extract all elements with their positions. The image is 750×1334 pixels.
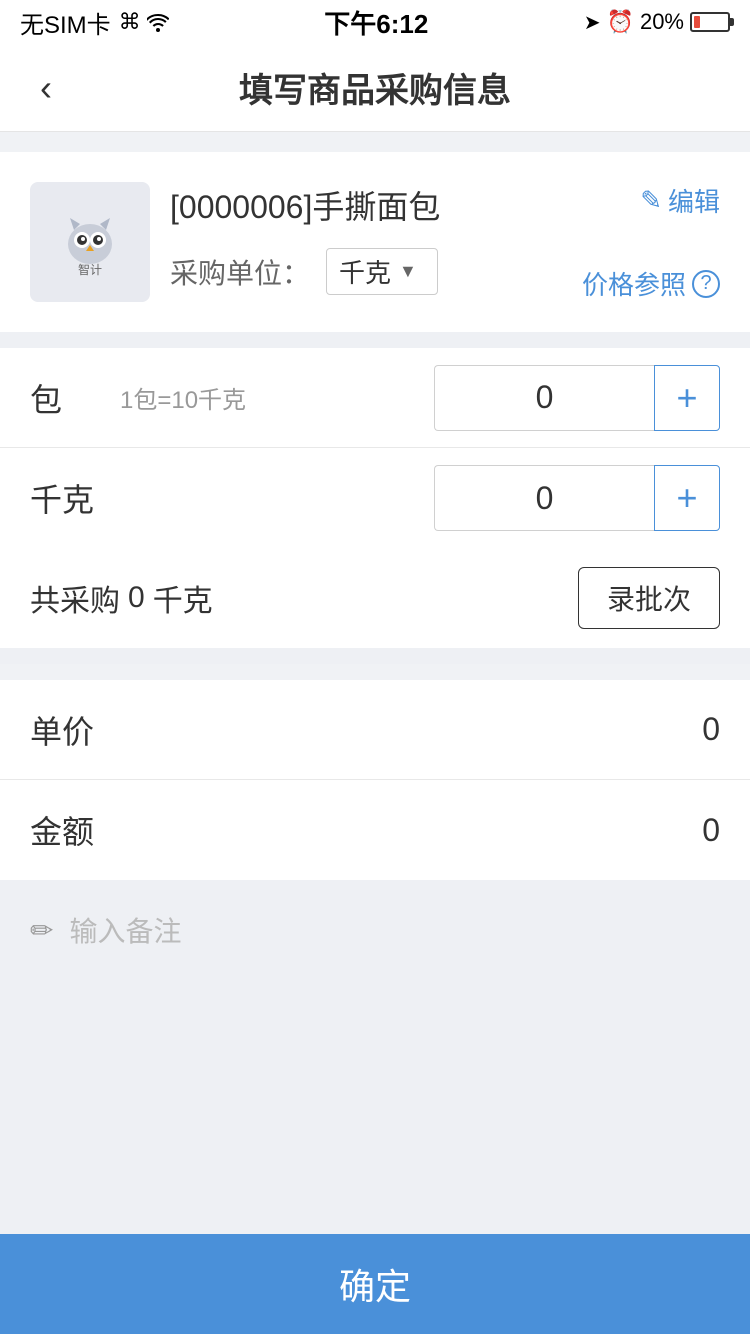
help-icon: ?	[692, 270, 720, 298]
product-name: [0000006]手撕面包	[170, 182, 720, 228]
unit-price-value: 0	[702, 711, 720, 748]
unit-chevron-icon: ▼	[399, 261, 417, 282]
unit-price-row: 单价 0	[0, 680, 750, 780]
summary-value: 0	[128, 581, 145, 615]
remarks-section[interactable]: ✏ 输入备注	[0, 880, 750, 980]
kg-plus-button[interactable]: +	[654, 465, 720, 531]
bag-label: 包	[30, 375, 110, 421]
battery-percent: 20%	[640, 9, 684, 35]
confirm-label: 确定	[339, 1258, 411, 1310]
kg-value: 0	[536, 480, 554, 517]
back-button[interactable]: ‹	[30, 57, 62, 119]
bag-plus-button[interactable]: +	[654, 365, 720, 431]
edit-button[interactable]: ✎ 编辑	[640, 182, 720, 219]
status-left: 无SIM卡 ⌘	[20, 5, 169, 40]
bag-sub-label: 1包=10千克	[120, 380, 246, 415]
summary-unit: 千克	[153, 576, 213, 620]
unit-price-label: 单价	[30, 707, 94, 753]
edit-label: 编辑	[668, 182, 720, 219]
bag-plus-icon: +	[676, 377, 697, 419]
unit-value: 千克	[339, 253, 391, 290]
alarm-icon: ⏰	[607, 9, 634, 35]
price-ref-label: 价格参照	[582, 265, 686, 302]
content-fill-area	[0, 980, 750, 1260]
edit-icon: ✎	[640, 185, 662, 216]
wifi-icon: ⌘	[119, 9, 169, 35]
amount-value: 0	[702, 812, 720, 849]
bag-input-row: 包 1包=10千克 0 +	[0, 348, 750, 448]
confirm-button[interactable]: 确定	[0, 1234, 750, 1334]
remarks-placeholder: 输入备注	[69, 910, 181, 950]
amount-row: 金额 0	[0, 780, 750, 880]
amount-label: 金额	[30, 807, 94, 853]
bag-input-right: 0 +	[434, 365, 720, 431]
summary-row: 共采购 0 千克 录批次	[0, 548, 750, 648]
page-title: 填写商品采购信息	[239, 63, 511, 112]
carrier-label: 无SIM卡	[20, 5, 111, 40]
status-bar: 无SIM卡 ⌘ 下午6:12 ➤ ⏰ 20%	[0, 0, 750, 44]
bag-value: 0	[536, 379, 554, 416]
bag-number-input[interactable]: 0	[434, 365, 654, 431]
unit-label-prefix: 采购单位：	[170, 252, 310, 292]
summary-prefix: 共采购	[30, 576, 120, 620]
kg-input-row: 千克 0 +	[0, 448, 750, 548]
battery-icon	[690, 12, 730, 32]
status-time: 下午6:12	[324, 4, 428, 41]
nav-bar: ‹ 填写商品采购信息	[0, 44, 750, 132]
batch-record-button[interactable]: 录批次	[578, 567, 720, 629]
product-card: 智计 [0000006]手撕面包 采购单位： 千克 ▼ ✎ 编辑 价格参照 ?	[0, 152, 750, 332]
unit-select[interactable]: 千克 ▼	[326, 248, 438, 295]
pencil-icon: ✏	[30, 914, 53, 947]
section-divider-2	[0, 648, 750, 664]
input-section: 包 1包=10千克 0 + 千克 0 +	[0, 348, 750, 548]
section-divider-1	[0, 332, 750, 348]
product-image: 智计	[30, 182, 150, 302]
kg-number-input[interactable]: 0	[434, 465, 654, 531]
product-logo: 智计	[50, 202, 130, 282]
price-section: 单价 0 金额 0	[0, 680, 750, 880]
status-right: ➤ ⏰ 20%	[584, 9, 730, 35]
location-icon: ➤	[584, 10, 601, 35]
kg-plus-icon: +	[676, 477, 697, 519]
kg-input-right: 0 +	[434, 465, 720, 531]
kg-label: 千克	[30, 475, 110, 521]
svg-text:智计: 智计	[78, 262, 102, 277]
price-reference-button[interactable]: 价格参照 ?	[582, 265, 720, 302]
